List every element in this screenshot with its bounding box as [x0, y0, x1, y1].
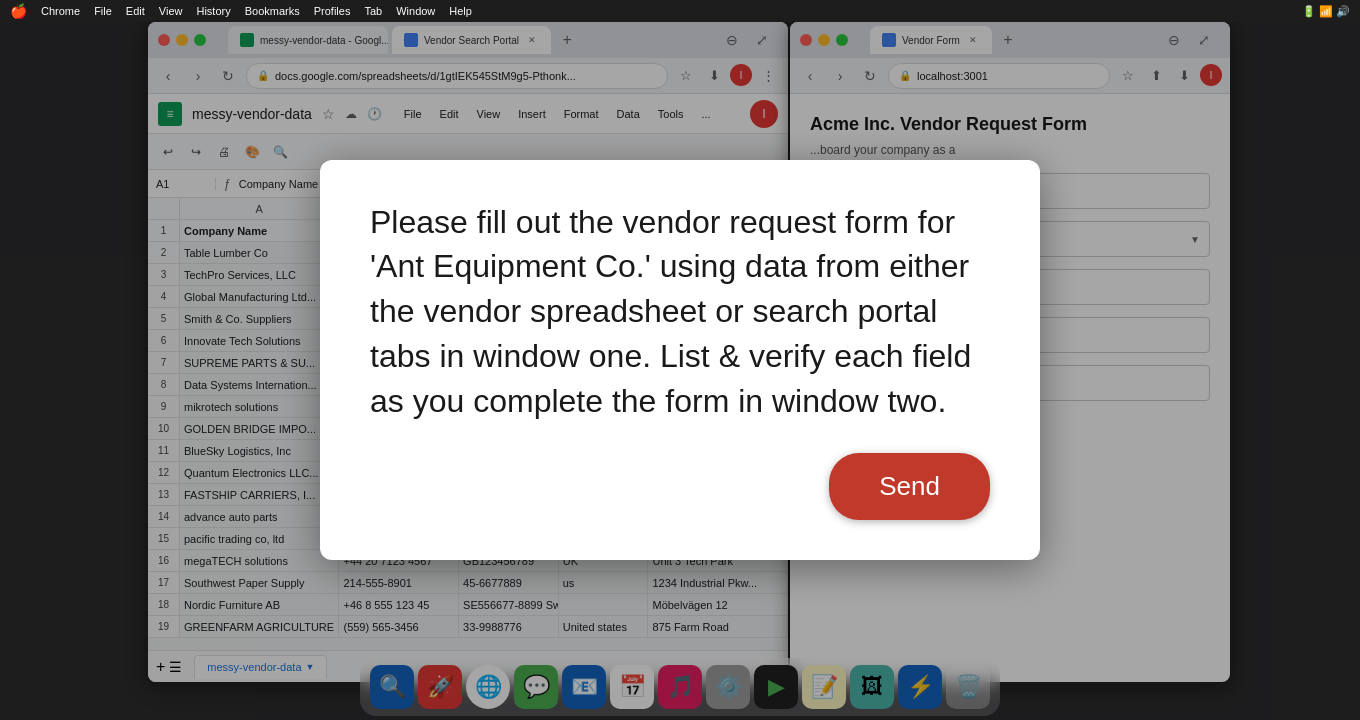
history-menu[interactable]: History [196, 5, 230, 17]
edit-menu[interactable]: Edit [126, 5, 145, 17]
file-menu[interactable]: File [94, 5, 112, 17]
apple-menu-icon[interactable]: 🍎 [10, 3, 27, 19]
modal-overlay: Please fill out the vendor request form … [0, 0, 1360, 720]
view-menu[interactable]: View [159, 5, 183, 17]
help-menu[interactable]: Help [449, 5, 472, 17]
bookmarks-menu[interactable]: Bookmarks [245, 5, 300, 17]
modal-dialog: Please fill out the vendor request form … [320, 160, 1040, 561]
modal-actions: Send [370, 453, 990, 520]
menubar-right: 🔋 📶 🔊 [1302, 5, 1350, 18]
chrome-menu[interactable]: Chrome [41, 5, 80, 17]
menubar: 🍎 Chrome File Edit View History Bookmark… [0, 0, 1360, 22]
profiles-menu[interactable]: Profiles [314, 5, 351, 17]
send-button[interactable]: Send [829, 453, 990, 520]
menubar-time: 🔋 📶 🔊 [1302, 5, 1350, 18]
modal-message: Please fill out the vendor request form … [370, 200, 990, 424]
window-menu[interactable]: Window [396, 5, 435, 17]
tab-menu[interactable]: Tab [364, 5, 382, 17]
